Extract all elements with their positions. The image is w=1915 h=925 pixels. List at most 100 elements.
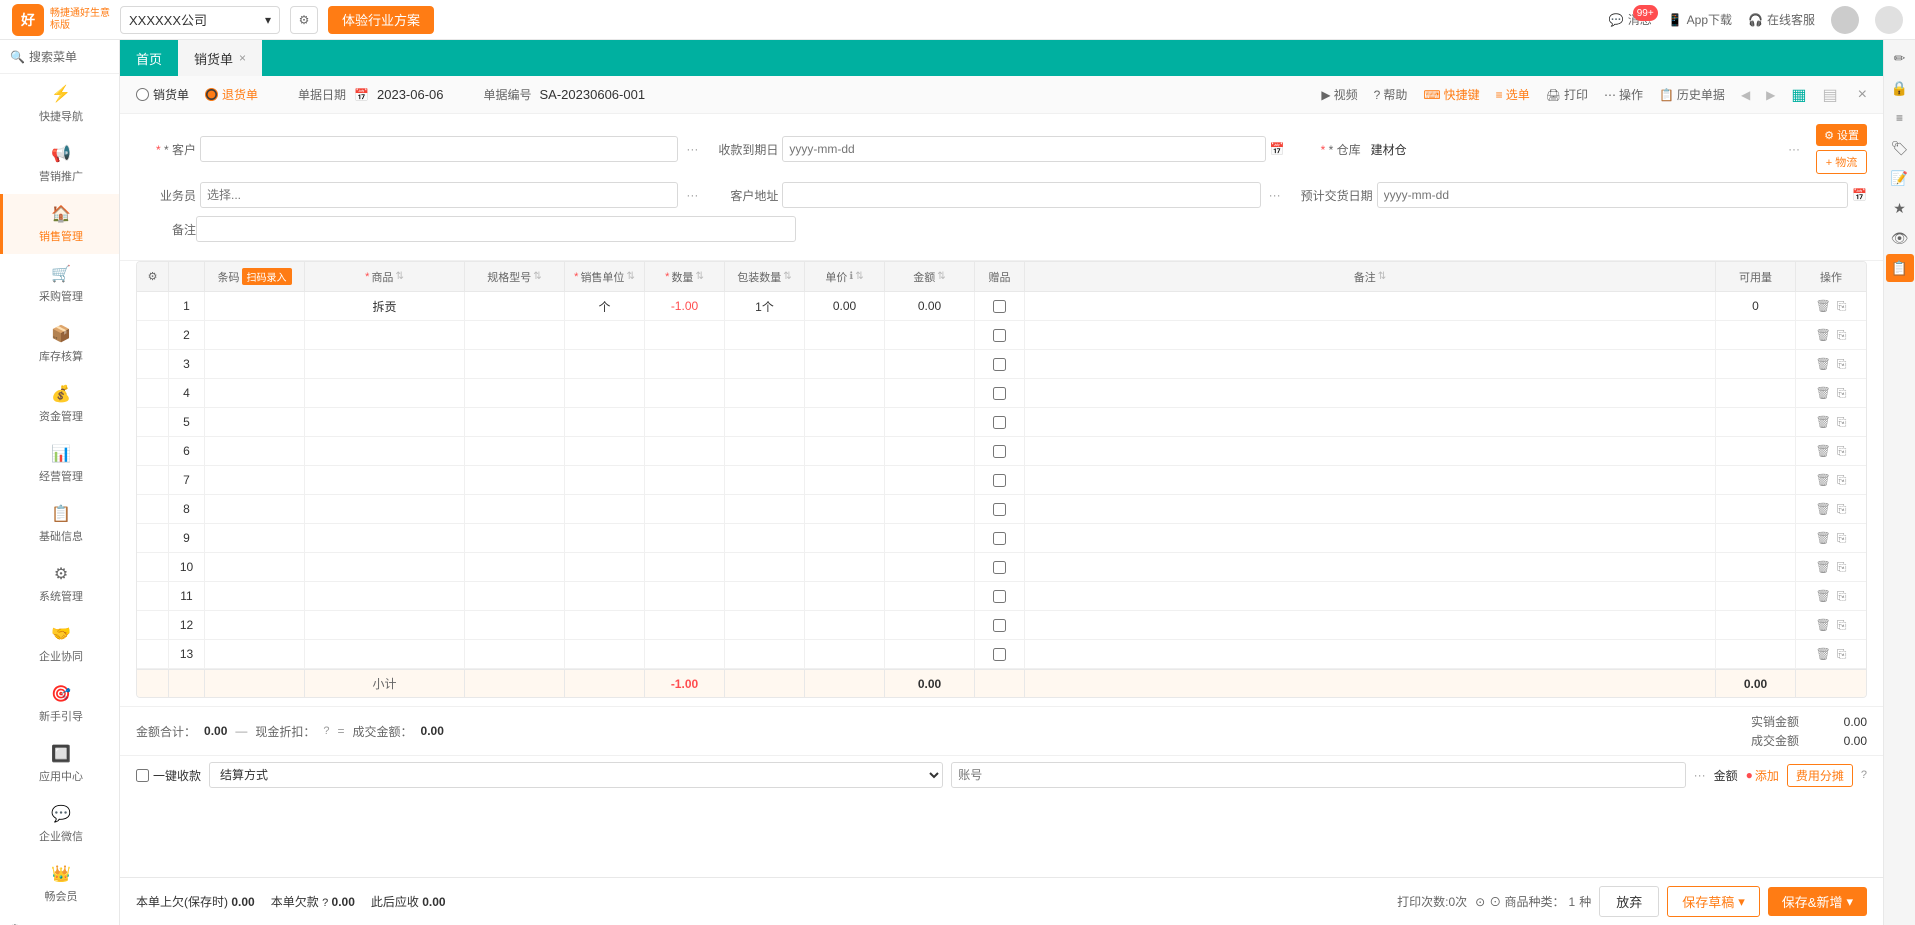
td-am[interactable] <box>885 640 975 668</box>
td-m[interactable] <box>1025 495 1716 523</box>
action-help-btn[interactable]: ? 帮助 <box>1370 84 1412 105</box>
gift-checkbox[interactable] <box>993 445 1006 458</box>
payment-account-input[interactable] <box>951 762 1685 788</box>
td-unit-1[interactable]: 个 <box>565 292 645 320</box>
td-pk[interactable] <box>725 379 805 407</box>
gift-checkbox[interactable] <box>993 387 1006 400</box>
th-setting[interactable]: ⚙ <box>137 262 169 291</box>
td-ac[interactable]: 🗑⎘ <box>1796 437 1866 465</box>
gift-checkbox[interactable] <box>993 561 1006 574</box>
td-sp[interactable] <box>465 350 565 378</box>
gift-checkbox[interactable] <box>993 532 1006 545</box>
expense-info-icon[interactable]: ? <box>1861 769 1867 781</box>
discard-btn[interactable]: 放弃 <box>1599 886 1659 917</box>
td-q[interactable] <box>645 408 725 436</box>
customer-address-input[interactable] <box>782 182 1260 208</box>
td-p[interactable] <box>305 437 465 465</box>
sidebar-item-basic[interactable]: 📋 基础信息 <box>0 494 119 554</box>
right-panel-action-icon[interactable]: 📋 <box>1886 254 1914 282</box>
right-panel-edit-icon[interactable]: ✏ <box>1886 44 1914 72</box>
save-draft-btn[interactable]: 保存草稿 ▾ <box>1667 886 1760 917</box>
sidebar-item-enterprise[interactable]: 🤝 企业协同 <box>0 614 119 674</box>
copy-icon[interactable]: ⎘ <box>1837 328 1847 343</box>
delete-icon[interactable]: 🗑 <box>1816 357 1831 371</box>
tab-close-btn[interactable]: × <box>239 51 246 65</box>
nav-next-btn[interactable]: ▶ <box>1766 88 1775 102</box>
td-u[interactable] <box>565 321 645 349</box>
td-pr[interactable] <box>805 495 885 523</box>
trial-btn[interactable]: 体验行业方案 <box>328 6 434 34</box>
td-am[interactable] <box>885 524 975 552</box>
nav-prev-btn[interactable]: ◀ <box>1741 88 1750 102</box>
gift-checkbox[interactable] <box>993 329 1006 342</box>
td-am[interactable] <box>885 379 975 407</box>
td-pr[interactable] <box>805 321 885 349</box>
td-g[interactable] <box>975 553 1025 581</box>
td-p[interactable] <box>305 321 465 349</box>
td-ac[interactable]: 🗑⎘ <box>1796 321 1866 349</box>
td-q[interactable] <box>645 582 725 610</box>
td-u[interactable] <box>565 408 645 436</box>
td-pk[interactable] <box>725 582 805 610</box>
td-pk[interactable] <box>725 553 805 581</box>
address-dots[interactable]: ··· <box>1265 188 1285 202</box>
avatar[interactable] <box>1831 6 1859 34</box>
customer-dots[interactable]: ··· <box>682 142 702 156</box>
td-sp[interactable] <box>465 611 565 639</box>
gift-checkbox[interactable] <box>993 416 1006 429</box>
td-p[interactable] <box>305 553 465 581</box>
td-m[interactable] <box>1025 321 1716 349</box>
delete-icon[interactable]: 🗑 <box>1816 647 1831 661</box>
logistics-btn[interactable]: + 物流 <box>1816 150 1867 174</box>
td-g[interactable] <box>975 640 1025 668</box>
td-pk[interactable] <box>725 350 805 378</box>
right-panel-pencil-icon[interactable]: 📝 <box>1886 164 1914 192</box>
td-price-1[interactable]: 0.00 <box>805 292 885 320</box>
delete-icon[interactable]: 🗑 <box>1816 531 1831 545</box>
td-pr[interactable] <box>805 408 885 436</box>
sidebar-item-guide[interactable]: 🎯 新手引导 <box>0 674 119 734</box>
td-ac[interactable]: 🗑⎘ <box>1796 379 1866 407</box>
td-ac[interactable]: 🗑⎘ <box>1796 611 1866 639</box>
radio-return-input[interactable] <box>205 88 218 101</box>
sidebar-item-wechat[interactable]: 💬 企业微信 <box>0 794 119 854</box>
delete-icon[interactable]: 🗑 <box>1816 560 1831 574</box>
sidebar-settings-btn[interactable]: ⚙ <box>0 914 119 925</box>
right-panel-tag-icon[interactable]: 🏷 <box>1886 134 1914 162</box>
td-am[interactable] <box>885 408 975 436</box>
td-u[interactable] <box>565 611 645 639</box>
td-pk[interactable] <box>725 466 805 494</box>
delete-icon[interactable]: 🗑 <box>1816 386 1831 400</box>
td-b[interactable] <box>205 640 305 668</box>
td-q[interactable] <box>645 611 725 639</box>
td-pk[interactable] <box>725 524 805 552</box>
copy-icon[interactable]: ⎘ <box>1837 473 1847 488</box>
copy-icon[interactable]: ⎘ <box>1837 502 1847 517</box>
right-panel-star-icon[interactable]: ★ <box>1886 194 1914 222</box>
tab-home[interactable]: 首页 <box>120 40 178 76</box>
td-pr[interactable] <box>805 553 885 581</box>
td-sp[interactable] <box>465 437 565 465</box>
td-pr[interactable] <box>805 611 885 639</box>
sidebar-item-finance[interactable]: 💰 资金管理 <box>0 374 119 434</box>
delete-icon[interactable]: 🗑 <box>1816 328 1831 342</box>
td-pk[interactable] <box>725 495 805 523</box>
td-u[interactable] <box>565 437 645 465</box>
td-qty-1[interactable]: -1.00 <box>645 292 725 320</box>
delete-icon[interactable]: 🗑 <box>1816 415 1831 429</box>
td-pk[interactable] <box>725 640 805 668</box>
scan-btn[interactable]: 扫码录入 <box>242 268 292 285</box>
td-q[interactable] <box>645 553 725 581</box>
td-q[interactable] <box>645 466 725 494</box>
td-g[interactable] <box>975 321 1025 349</box>
online-service-btn[interactable]: 🎧 在线客服 <box>1748 11 1815 28</box>
td-b[interactable] <box>205 350 305 378</box>
payment-method-select[interactable]: 结算方式 <box>209 762 943 788</box>
sidebar-item-apps[interactable]: 🔲 应用中心 <box>0 734 119 794</box>
sidebar-item-quick-nav[interactable]: ⚡ 快捷导航 <box>0 74 119 134</box>
td-pk[interactable] <box>725 437 805 465</box>
td-am[interactable] <box>885 350 975 378</box>
td-amount-1[interactable]: 0.00 <box>885 292 975 320</box>
td-q[interactable] <box>645 350 725 378</box>
td-sp[interactable] <box>465 408 565 436</box>
